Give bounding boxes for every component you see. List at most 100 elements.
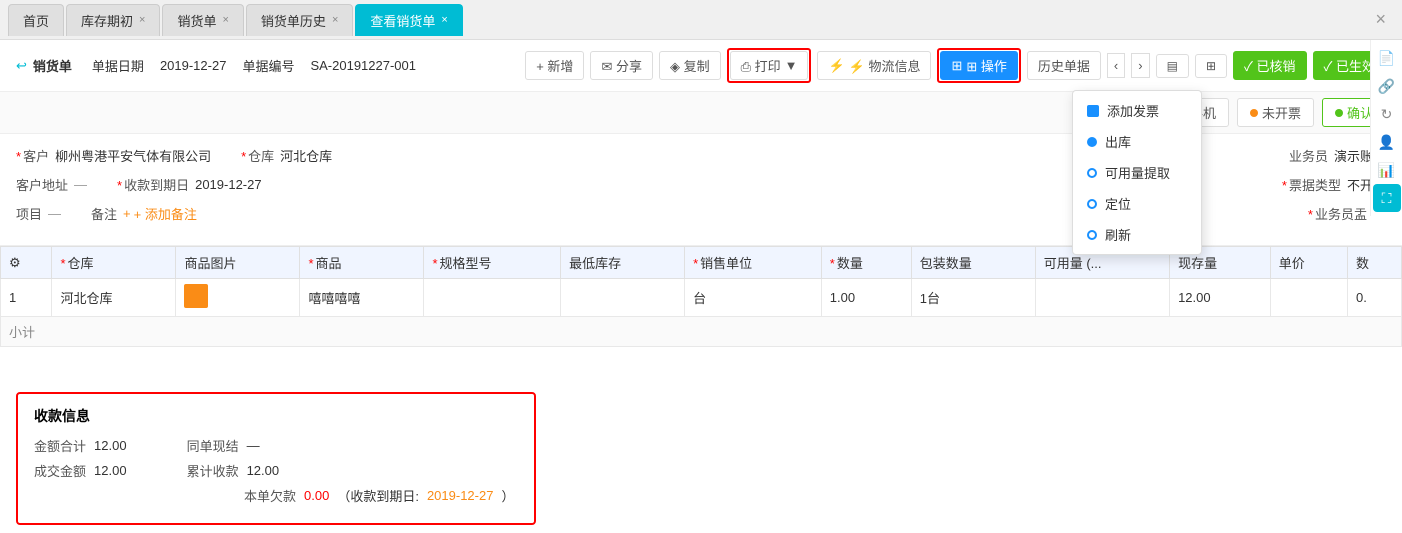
operation-highlight-box: ⊞ ⊞ 操作 (937, 48, 1020, 83)
row-min-stock (561, 279, 685, 317)
locate-icon (1087, 199, 1097, 209)
th-min-stock: 最低库存 (561, 247, 685, 279)
copy-button-label: ◈ 复制 (670, 56, 710, 75)
copy-button[interactable]: ◈ 复制 (659, 51, 721, 80)
canceled-button-label: ✓ 已核销 (1244, 56, 1296, 75)
row-available (1035, 279, 1169, 317)
row-pkg-qty: 1台 (911, 279, 1035, 317)
table-row: 1 河北仓库 嘻嘻嘻嘻 台 1.00 1台 12.00 (1, 279, 1402, 317)
th-price: 单价 (1270, 247, 1347, 279)
refresh-icon (1087, 230, 1097, 240)
add-button[interactable]: + 新增 (525, 51, 584, 80)
add-note-button[interactable]: + + 添加备注 (123, 204, 197, 223)
th-qty: 数量 (821, 247, 911, 279)
doc-date-label: 单据日期 (92, 56, 144, 75)
tab-sales[interactable]: 销货单 × (162, 4, 243, 36)
tab-sales-label: 销货单 (177, 11, 216, 30)
project-label: 项目 (16, 204, 42, 223)
tab-sales-history-close[interactable]: × (332, 14, 338, 26)
locate-item[interactable]: 定位 (1073, 188, 1201, 219)
tab-sales-history[interactable]: 销货单历史 × (246, 4, 353, 36)
subtotal-row: 小计 (1, 317, 1402, 347)
right-sidebar: 📄 🔗 ↻ 👤 📊 ⛶ (1370, 40, 1402, 216)
logistics-button[interactable]: ⚡ ⚡ 物流信息 (817, 51, 931, 80)
canceled-button[interactable]: ✓ 已核销 (1233, 51, 1307, 80)
th-gear: ⚙ (1, 247, 52, 279)
amount-value: 12.00 (94, 438, 127, 453)
effective-button-label: ✓ 已生效 (1324, 56, 1376, 75)
add-note-label: + 添加备注 (134, 204, 197, 223)
tab-view-sales-close[interactable]: × (441, 14, 447, 26)
right-icon-expand[interactable]: ⛶ (1373, 184, 1401, 212)
row-warehouse: 河北仓库 (52, 279, 176, 317)
doc-date-value: 2019-12-27 (160, 58, 227, 73)
doc-title: 销货单 (33, 56, 72, 75)
right-icon-refresh[interactable]: ↻ (1373, 100, 1401, 128)
print-button[interactable]: ⎙ 打印 ▼ (730, 51, 809, 80)
payment-date-label: 收款到期日 (117, 175, 189, 194)
refresh-item[interactable]: 刷新 (1073, 219, 1201, 250)
cumulative-value: 12.00 (247, 463, 280, 478)
share-button[interactable]: ✉ 分享 (590, 51, 653, 80)
doc-no-label: 单据编号 (242, 56, 294, 75)
right-icon-doc[interactable]: 📄 (1373, 44, 1401, 72)
print-highlight-box: ⎙ 打印 ▼ (727, 48, 812, 83)
right-icon-link[interactable]: 🔗 (1373, 72, 1401, 100)
owe-note: （收款到期日: (337, 486, 419, 505)
amount-label: 金额合计 (34, 436, 86, 455)
toolbar: + 新增 ✉ 分享 ◈ 复制 ⎙ 打印 ▼ ⚡ ⚡ 物流信息 (525, 48, 1386, 83)
outbound-item[interactable]: 出库 (1073, 126, 1201, 157)
same-order-item: 同单现结 — (187, 436, 260, 455)
history-button-label: 历史单据 (1038, 56, 1090, 75)
not-open-button-label: 未开票 (1262, 103, 1301, 122)
right-icon-chart[interactable]: 📊 (1373, 156, 1401, 184)
available-qty-item[interactable]: 可用量提取 (1073, 157, 1201, 188)
payment-section: 收款信息 金额合计 12.00 同单现结 — 成交金额 12.00 累计收款 (16, 392, 536, 525)
doc-meta: 单据日期 2019-12-27 单据编号 SA-20191227-001 (92, 56, 416, 75)
payment-title: 收款信息 (34, 406, 518, 426)
payment-row-1: 金额合计 12.00 同单现结 — (34, 436, 518, 455)
doc-no-value: SA-20191227-001 (310, 58, 416, 73)
row-image (176, 279, 300, 317)
tab-view-sales-label: 查看销货单 (370, 11, 435, 30)
note-field: 备注 + + 添加备注 (91, 204, 197, 223)
prev-button[interactable]: ‹ (1107, 53, 1125, 78)
payment-row-2: 成交金额 12.00 累计收款 12.00 (34, 461, 518, 480)
not-open-dot (1250, 109, 1258, 117)
add-invoice-item[interactable]: 添加发票 (1073, 95, 1201, 126)
row-no: 1 (1, 279, 52, 317)
view1-button[interactable]: ▤ (1156, 54, 1189, 78)
next-button[interactable]: › (1131, 53, 1149, 78)
row-price (1270, 279, 1347, 317)
address-label: 客户地址 (16, 175, 68, 194)
share-button-label: ✉ 分享 (601, 56, 642, 75)
tab-bar: 首页 库存期初 × 销货单 × 销货单历史 × 查看销货单 × × (0, 0, 1402, 40)
outbound-label: 出库 (1105, 132, 1131, 151)
table-section: ⚙ 仓库 商品图片 商品 规格型号 最低库存 销售单位 数量 包装数量 可用量 … (0, 246, 1402, 384)
tab-sales-close[interactable]: × (222, 14, 228, 26)
doc-icon: ↩ (16, 58, 27, 74)
same-order-label: 同单现结 (187, 436, 239, 455)
owe-value: 0.00 (304, 488, 329, 503)
same-order-value: — (247, 438, 260, 453)
view2-button[interactable]: ⊞ (1195, 54, 1227, 78)
operation-button[interactable]: ⊞ ⊞ 操作 (940, 51, 1017, 80)
logistics-icon: ⚡ (828, 58, 844, 74)
amount-item: 金额合计 12.00 (34, 436, 127, 455)
tab-inventory-close[interactable]: × (139, 14, 145, 26)
right-icon-user[interactable]: 👤 (1373, 128, 1401, 156)
tab-view-sales[interactable]: 查看销货单 × (355, 4, 462, 36)
history-button[interactable]: 历史单据 (1027, 51, 1101, 80)
window-close-button[interactable]: × (1367, 9, 1394, 30)
tab-inventory-label: 库存期初 (81, 11, 133, 30)
tab-inventory[interactable]: 库存期初 × (66, 4, 160, 36)
project-value: — (48, 206, 61, 221)
not-open-button[interactable]: 未开票 (1237, 98, 1314, 127)
owe-item: 本单欠款 0.00 （收款到期日: 2019-12-27 ） (244, 486, 514, 505)
transaction-item: 成交金额 12.00 (34, 461, 127, 480)
product-image (184, 284, 208, 308)
subtotal-label: 小计 (1, 317, 1402, 347)
th-image: 商品图片 (176, 247, 300, 279)
project-field: 项目 — (16, 204, 61, 223)
tab-home[interactable]: 首页 (8, 4, 64, 36)
